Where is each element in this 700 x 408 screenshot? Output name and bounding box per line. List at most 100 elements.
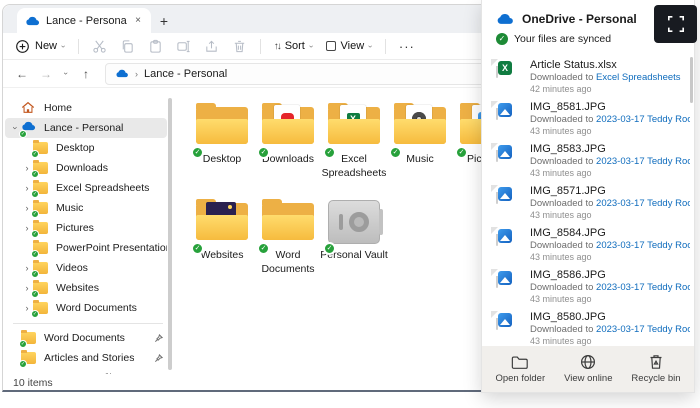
folder-synced-icon [31, 220, 49, 238]
panel-scrollbar[interactable] [690, 57, 693, 103]
pinned-item-articles-and-stories[interactable]: Articles and Stories [5, 348, 167, 368]
share-button[interactable] [204, 39, 219, 54]
folder-synced-icon [31, 180, 49, 198]
sidebar-item-downloads[interactable]: Downloads [5, 158, 167, 178]
sync-check-icon [389, 146, 402, 159]
file-activity-row[interactable]: IMG_8584.JPG Downloaded to 2023-03-17 Te… [482, 221, 694, 263]
view-online-button[interactable]: View online [564, 354, 612, 384]
sidebar-item-powerpoint-presentations[interactable]: PowerPoint Presentations [5, 238, 167, 258]
folder-grid: Desktop Downloads X Excel Spreadsheets [189, 102, 521, 294]
paste-button[interactable] [148, 39, 163, 54]
sidebar-item-excel-spreadsheets[interactable]: Excel Spreadsheets [5, 178, 167, 198]
pinned-item-word-documents[interactable]: Word Documents [5, 328, 167, 348]
pinned-item-lancehome-drive[interactable]: LanceHome (\\192.168.1.31) (L:) [5, 368, 167, 374]
sort-button[interactable]: ↑↓ Sort › [273, 40, 316, 52]
fullscreen-button[interactable] [654, 5, 697, 43]
sidebar-item-lance-personal[interactable]: Lance - Personal [5, 118, 167, 138]
rename-button[interactable] [176, 39, 191, 54]
forward-button[interactable]: → [35, 67, 57, 81]
folder-synced-icon [31, 160, 49, 178]
chevron-right-icon: › [135, 68, 138, 79]
onedrive-cloud-icon [496, 13, 514, 25]
folder-tile-word-documents[interactable]: Word Documents [255, 198, 321, 294]
file-activity-row[interactable]: IMG_8583.JPG Downloaded to 2023-03-17 Te… [482, 137, 694, 179]
image-file-icon [496, 143, 512, 162]
breadcrumb-path: Lance - Personal [144, 67, 228, 80]
sidebar-separator [13, 323, 163, 324]
file-activity-row[interactable]: X Article Status.xlsx Downloaded to Exce… [482, 53, 694, 95]
view-button[interactable]: View › [325, 40, 375, 52]
sidebar-item-websites[interactable]: Websites [5, 278, 167, 298]
folder-synced-icon [31, 300, 49, 318]
new-tab-button[interactable]: + [151, 13, 177, 33]
image-file-icon [496, 227, 512, 246]
folder-synced-icon [31, 140, 49, 158]
screen: Lance - Personal × + New › ↑↓ Sort › Vie… [0, 0, 700, 408]
up-button[interactable]: ↑ [75, 67, 97, 81]
excel-file-icon: X [496, 59, 512, 78]
sidebar-scrollbar[interactable] [168, 98, 172, 370]
folder-tile-music[interactable]: Music [387, 102, 453, 198]
open-folder-button[interactable]: Open folder [495, 355, 545, 384]
sidebar-item-videos[interactable]: Videos [5, 258, 167, 278]
image-file-icon [496, 311, 512, 330]
folder-tile-downloads[interactable]: Downloads [255, 102, 321, 198]
sync-check-icon [323, 146, 336, 159]
recent-locations-button[interactable]: › [62, 67, 71, 81]
destination-link[interactable]: 2023-03-17 Teddy Roose… [596, 114, 690, 125]
sort-icon: ↑↓ [273, 40, 282, 52]
file-time: 43 minutes ago [530, 294, 592, 304]
file-time: 43 minutes ago [530, 168, 592, 178]
file-time: 42 minutes ago [530, 84, 592, 94]
onedrive-cloud-icon [25, 16, 40, 26]
file-name: IMG_8586.JPG [530, 269, 606, 281]
file-activity-row[interactable]: IMG_8571.JPG Downloaded to 2023-03-17 Te… [482, 179, 694, 221]
destination-link[interactable]: Excel Spreadsheets [596, 72, 681, 83]
file-name: Article Status.xlsx [530, 59, 617, 71]
folder-tile-websites[interactable]: Websites [189, 198, 255, 294]
folder-tile-excel-spreadsheets[interactable]: X Excel Spreadsheets [321, 102, 387, 198]
destination-link[interactable]: 2023-03-17 Teddy Roose… [596, 324, 690, 335]
share-icon [204, 39, 219, 54]
file-activity-row[interactable]: IMG_8580.JPG Downloaded to 2023-03-17 Te… [482, 305, 694, 346]
recycle-bin-icon [649, 354, 663, 370]
copy-button[interactable] [120, 39, 135, 54]
new-button[interactable]: New › [15, 39, 68, 54]
sidebar-item-home[interactable]: Home [5, 98, 167, 118]
destination-link[interactable]: 2023-03-17 Teddy Roose… [596, 198, 690, 209]
tab-close-icon[interactable]: × [133, 15, 143, 26]
sidebar-item-desktop[interactable]: Desktop [5, 138, 167, 158]
back-button[interactable]: ← [11, 67, 33, 81]
network-drive-icon [21, 371, 37, 374]
file-time: 43 minutes ago [530, 126, 592, 136]
folder-tile-personal-vault[interactable]: Personal Vault [320, 198, 388, 294]
sync-check-icon [455, 146, 468, 159]
home-icon [21, 101, 37, 115]
cut-icon [92, 39, 107, 54]
plus-circle-icon [15, 39, 30, 54]
cut-button[interactable] [92, 39, 107, 54]
file-activity-row[interactable]: IMG_8586.JPG Downloaded to 2023-03-17 Te… [482, 263, 694, 305]
tab-lance-personal[interactable]: Lance - Personal × [17, 8, 151, 33]
sync-check-icon [257, 146, 270, 159]
navigation-pane: Home Lance - Personal Desktop [3, 90, 173, 374]
file-activity-row[interactable]: IMG_8581.JPG Downloaded to 2023-03-17 Te… [482, 95, 694, 137]
recycle-bin-button[interactable]: Recycle bin [631, 354, 681, 384]
sidebar-item-pictures[interactable]: Pictures [5, 218, 167, 238]
folder-tile-desktop[interactable]: Desktop [189, 102, 255, 198]
sidebar-item-word-documents[interactable]: Word Documents [5, 298, 167, 318]
destination-link[interactable]: 2023-03-17 Teddy Roose… [596, 282, 690, 293]
panel-footer: Open folder View online Recycle bin [482, 346, 694, 392]
panel-title: OneDrive - Personal [522, 12, 637, 26]
file-name: IMG_8580.JPG [530, 311, 606, 323]
folder-icon [260, 198, 316, 244]
delete-button[interactable] [232, 39, 247, 54]
breadcrumb[interactable]: › Lance - Personal [105, 62, 491, 85]
destination-link[interactable]: 2023-03-17 Teddy Roose… [596, 240, 690, 251]
folder-outline-icon [511, 355, 529, 370]
destination-link[interactable]: 2023-03-17 Teddy Roose… [596, 156, 690, 167]
fullscreen-icon [667, 15, 685, 33]
more-icon: ··· [398, 38, 415, 54]
sidebar-item-music[interactable]: Music [5, 198, 167, 218]
more-options-button[interactable]: ··· [399, 39, 415, 54]
